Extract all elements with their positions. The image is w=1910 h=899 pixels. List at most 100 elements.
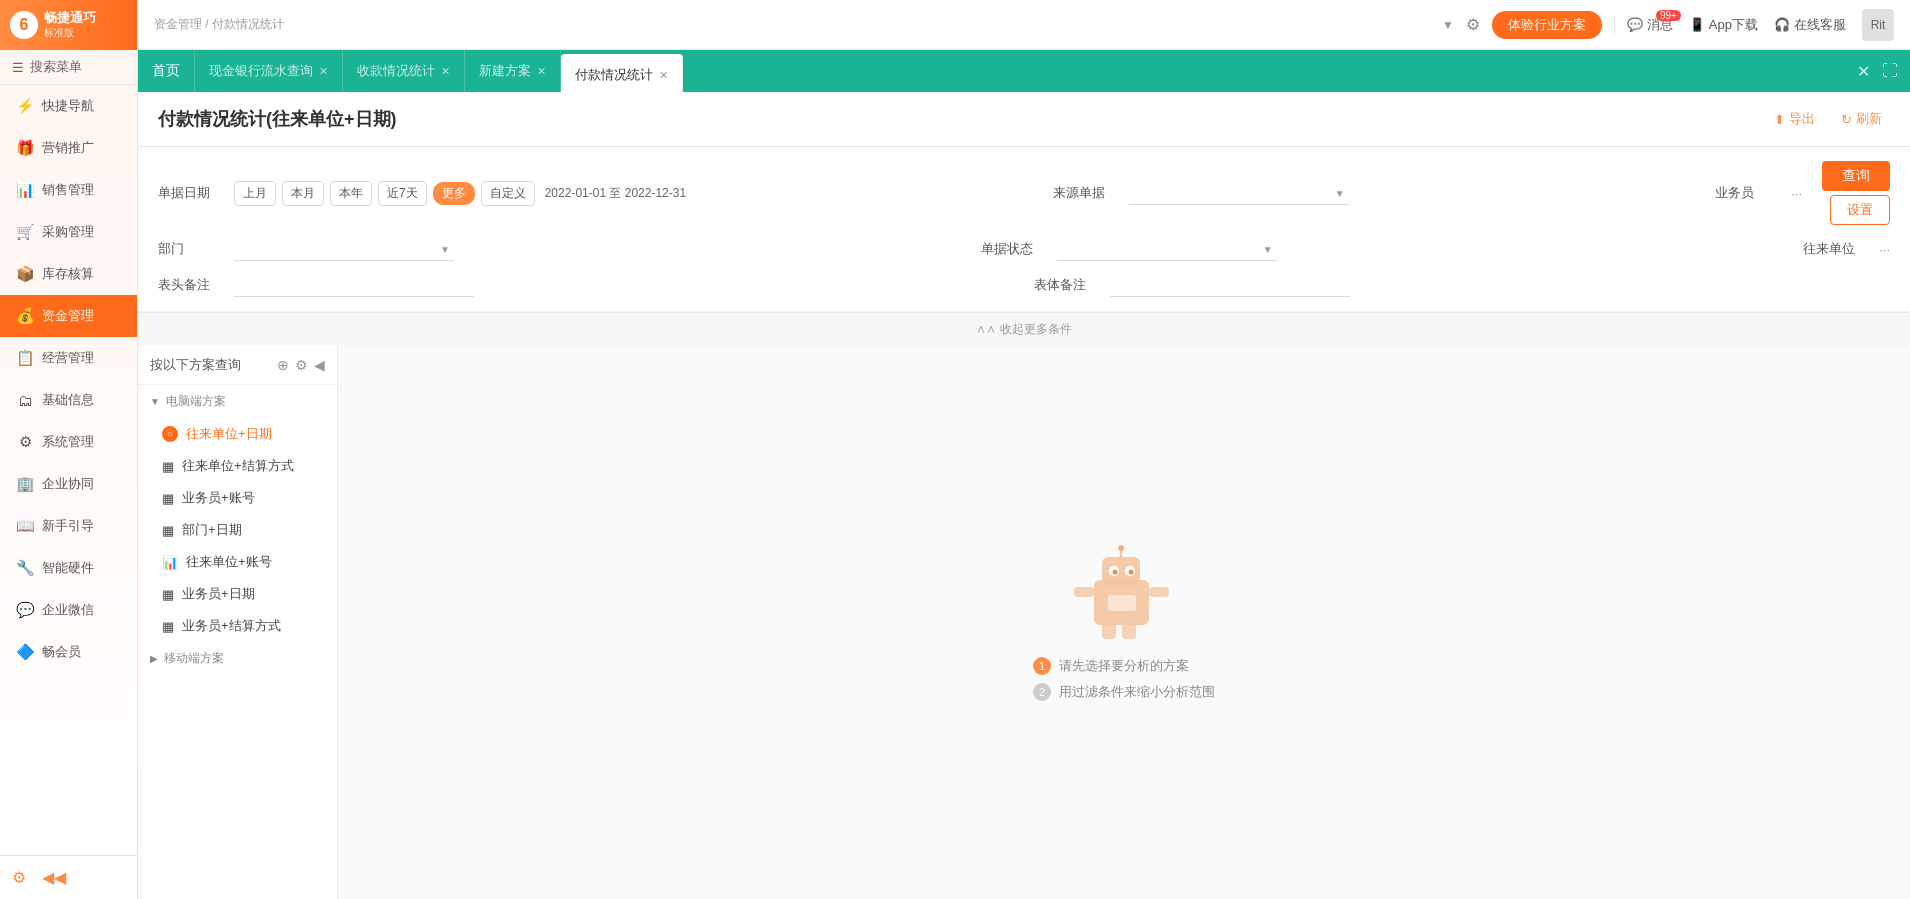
salesperson-ellipsis-btn[interactable]: ··· <box>1791 186 1802 201</box>
sidebar-item-member[interactable]: 🔷 畅会员 <box>0 631 137 673</box>
logo-text: 畅捷通巧 标准版 <box>44 10 96 40</box>
tab-payment-stats-close[interactable]: ✕ <box>659 69 668 82</box>
scheme-item-salesperson-date[interactable]: ▦ 业务员+日期 <box>138 578 337 610</box>
tab-bank-flow-close[interactable]: ✕ <box>319 65 328 78</box>
refresh-button[interactable]: ↻ 刷新 <box>1833 106 1890 132</box>
headset-icon: 🎧 <box>1774 17 1790 32</box>
page-actions: ⬆ 导出 ↻ 刷新 <box>1766 106 1890 132</box>
header-note-input[interactable] <box>234 273 474 297</box>
date-btn-this-year[interactable]: 本年 <box>330 181 372 206</box>
topbar: 资金管理 / 付款情况统计 ▼ ⚙ 体验行业方案 💬 消息 99+ 📱 App下… <box>138 0 1910 50</box>
sidebar-item-purchase[interactable]: 🛒 采购管理 <box>0 211 137 253</box>
tab-close-all-icon[interactable]: ✕ <box>1857 62 1870 81</box>
export-icon: ⬆ <box>1774 112 1785 127</box>
message-icon: 💬 <box>1627 17 1643 32</box>
breadcrumb-dropdown[interactable]: ▼ <box>1442 18 1454 32</box>
empty-illustration <box>1064 545 1184 645</box>
svg-rect-12 <box>1108 595 1136 611</box>
empty-tip-2: 2 用过滤条件来缩小分析范围 <box>1033 683 1215 701</box>
scheme-item-unit-account[interactable]: 📊 往来单位+账号 <box>138 546 337 578</box>
svg-rect-8 <box>1074 587 1094 597</box>
sidebar-item-guide[interactable]: 📖 新手引导 <box>0 505 137 547</box>
tab-receipt-stats[interactable]: 收款情况统计 ✕ <box>343 50 465 92</box>
phone-icon: 📱 <box>1689 17 1705 32</box>
messages-badge: 99+ <box>1656 10 1681 21</box>
date-btn-custom[interactable]: 自定义 <box>481 181 535 206</box>
tab-expand-icon[interactable]: ⛶ <box>1882 62 1898 80</box>
sidebar-item-system[interactable]: ⚙ 系统管理 <box>0 421 137 463</box>
member-icon: 🔷 <box>16 643 34 661</box>
date-btn-this-month[interactable]: 本月 <box>282 181 324 206</box>
body-note-input[interactable] <box>1110 273 1350 297</box>
sidebar-item-inventory[interactable]: 📦 库存核算 <box>0 253 137 295</box>
dept-select[interactable] <box>234 237 454 261</box>
sidebar-item-enterprise[interactable]: 🏢 企业协同 <box>0 463 137 505</box>
doc-status-select[interactable] <box>1057 237 1277 261</box>
tab-bank-flow[interactable]: 现金银行流水查询 ✕ <box>195 50 343 92</box>
online-service-button[interactable]: 🎧 在线客服 <box>1774 16 1846 34</box>
date-range-display: 2022-01-01 至 2022-12-31 <box>545 185 686 202</box>
scheme-item-salesperson-payment[interactable]: ▦ 业务员+结算方式 <box>138 610 337 642</box>
filter-salesperson-label: 业务员 <box>1715 184 1771 202</box>
user-avatar[interactable]: Rit <box>1862 9 1894 41</box>
scheme-pc-section[interactable]: ▼ 电脑端方案 <box>138 385 337 418</box>
tab-home[interactable]: 首页 <box>138 50 195 92</box>
mobile-section-arrow: ▶ <box>150 653 158 664</box>
scheme-table-icon-5: ▦ <box>162 619 174 634</box>
query-btns: 查询 设置 <box>1822 161 1890 225</box>
export-button[interactable]: ⬆ 导出 <box>1766 106 1823 132</box>
sidebar-bottom: ⚙ ◀◀ <box>0 855 137 899</box>
collapse-bar[interactable]: ∧∧ 收起更多条件 <box>138 312 1910 346</box>
settings-button[interactable]: 设置 <box>1830 195 1890 225</box>
search-menu[interactable]: ☰ 搜索菜单 <box>0 50 137 85</box>
svg-point-4 <box>1113 569 1118 574</box>
date-btn-more[interactable]: 更多 <box>433 182 475 205</box>
tab-receipt-stats-close[interactable]: ✕ <box>441 65 450 78</box>
filter-source-label: 来源单据 <box>1053 184 1109 202</box>
sidebar-item-operations[interactable]: 📋 经营管理 <box>0 337 137 379</box>
scheme-table-icon-4: ▦ <box>162 587 174 602</box>
sidebar-item-weixin[interactable]: 💬 企业微信 <box>0 589 137 631</box>
topbar-gear-icon[interactable]: ⚙ <box>1466 15 1480 34</box>
inventory-icon: 📦 <box>16 265 34 283</box>
marketing-icon: 🎁 <box>16 139 34 157</box>
empty-tips: 1 请先选择要分析的方案 2 用过滤条件来缩小分析范围 <box>1033 657 1215 701</box>
scheme-item-unit-date[interactable]: ○ 往来单位+日期 <box>138 418 337 450</box>
scheme-mobile-section[interactable]: ▶ 移动端方案 <box>138 642 337 675</box>
related-unit-ellipsis-btn[interactable]: ··· <box>1879 242 1890 257</box>
messages-button[interactable]: 💬 消息 99+ <box>1627 16 1673 34</box>
settings-bottom-icon[interactable]: ⚙ <box>12 868 26 887</box>
collapse-sidebar-icon[interactable]: ◀◀ <box>42 868 66 887</box>
filter-doc-status-label: 单据状态 <box>981 240 1037 258</box>
scheme-add-icon[interactable]: ⊕ <box>277 357 289 373</box>
app-download-button[interactable]: 📱 App下载 <box>1689 16 1758 34</box>
scheme-collapse-icon[interactable]: ◀ <box>314 357 325 373</box>
sidebar-item-sales[interactable]: 📊 销售管理 <box>0 169 137 211</box>
topbar-right: 💬 消息 99+ 📱 App下载 🎧 在线客服 Rit <box>1627 9 1894 41</box>
sidebar-item-smart-hw[interactable]: 🔧 智能硬件 <box>0 547 137 589</box>
operations-icon: 📋 <box>16 349 34 367</box>
sidebar-item-basic-info[interactable]: 🗂 基础信息 <box>0 379 137 421</box>
tab-new-scheme[interactable]: 新建方案 ✕ <box>465 50 561 92</box>
filter-section: 单据日期 上月 本月 本年 近7天 更多 自定义 2022-01-01 至 20… <box>138 147 1910 312</box>
guide-icon: 📖 <box>16 517 34 535</box>
scheme-item-unit-payment[interactable]: ▦ 往来单位+结算方式 <box>138 450 337 482</box>
collapse-up-icon: ∧∧ <box>976 322 999 336</box>
tab-new-scheme-close[interactable]: ✕ <box>537 65 546 78</box>
scheme-item-dept-date[interactable]: ▦ 部门+日期 <box>138 514 337 546</box>
try-industry-button[interactable]: 体验行业方案 <box>1492 11 1602 39</box>
sidebar-nav: ⚡ 快捷导航 🎁 营销推广 📊 销售管理 🛒 采购管理 📦 库存核算 💰 资金管… <box>0 85 137 855</box>
tab-payment-stats[interactable]: 付款情况统计 ✕ <box>561 54 683 92</box>
sidebar-item-quick-nav[interactable]: ⚡ 快捷导航 <box>0 85 137 127</box>
doc-status-select-wrapper <box>1057 237 1277 261</box>
scheme-actions: ⊕ ⚙ ◀ <box>277 357 325 373</box>
scheme-item-salesperson-account[interactable]: ▦ 业务员+账号 <box>138 482 337 514</box>
date-btn-7days[interactable]: 近7天 <box>378 181 427 206</box>
scheme-settings-icon[interactable]: ⚙ <box>295 357 308 373</box>
query-button[interactable]: 查询 <box>1822 161 1890 191</box>
sidebar-item-finance[interactable]: 💰 资金管理 <box>0 295 137 337</box>
source-select[interactable] <box>1129 181 1349 205</box>
svg-rect-11 <box>1122 623 1136 639</box>
date-btn-last-month[interactable]: 上月 <box>234 181 276 206</box>
sidebar-item-marketing[interactable]: 🎁 营销推广 <box>0 127 137 169</box>
